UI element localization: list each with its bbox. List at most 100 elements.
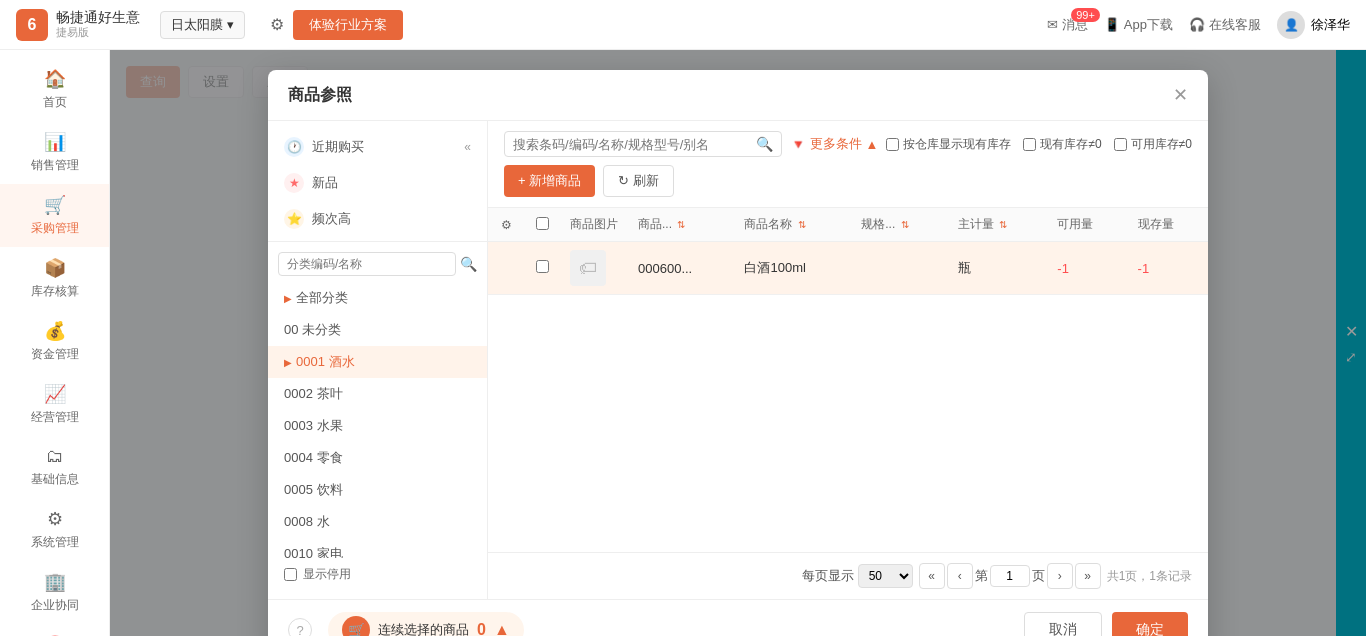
collapse-left-icon[interactable]: «: [464, 140, 471, 154]
modal-body: 🕐 近期购买 « ★ 新品 ⭐ 频次高: [268, 121, 1208, 599]
message-button[interactable]: ✉ 消息 99+: [1047, 16, 1088, 34]
nav-high-frequency[interactable]: ⭐ 频次高: [268, 201, 487, 237]
pagination: 每页显示 50 20 100 200 « ‹: [488, 552, 1208, 599]
warehouse-stock-checkbox[interactable]: [886, 138, 899, 151]
refresh-button[interactable]: ↻ 刷新: [603, 165, 674, 197]
sidebar-item-purchase[interactable]: 🛒 采购管理: [0, 184, 109, 247]
next-page-btn[interactable]: ›: [1047, 563, 1073, 589]
sidebar-item-finance[interactable]: 💰 资金管理: [0, 310, 109, 373]
warehouse-stock-label: 按仓库显示现有库存: [903, 136, 1011, 153]
sidebar-item-inventory[interactable]: 📦 库存核算: [0, 247, 109, 310]
table-header-row: ⚙ 商品图片 商品... ⇅: [488, 208, 1208, 242]
modal-dialog: 商品参照 ✕ 🕐 近期购买 « ★: [268, 70, 1208, 636]
product-search-input[interactable]: [513, 137, 752, 152]
sidebar-label-management: 经营管理: [31, 409, 79, 426]
per-page-selector: 每页显示 50 20 100 200: [802, 564, 913, 588]
cat-item-tea[interactable]: 0002 茶叶: [268, 378, 487, 410]
cat-label-appliance: 0010 家电: [284, 545, 343, 558]
th-code[interactable]: 商品... ⇅: [628, 208, 734, 242]
cat-label-water: 0008 水: [284, 513, 330, 531]
gear-button[interactable]: ⚙: [261, 9, 293, 41]
modal-close-button[interactable]: ✕: [1173, 84, 1188, 106]
store-select[interactable]: 日太阳膜 ▾: [160, 11, 245, 39]
modal-overlay: 商品参照 ✕ 🕐 近期购买 « ★: [110, 50, 1366, 636]
th-available-label: 可用量: [1057, 217, 1093, 231]
filter-check-warehouse[interactable]: 按仓库显示现有库存: [886, 136, 1011, 153]
content-area: 查询 设置 刷新 ✕ ⤢ 商品参照 ✕: [110, 50, 1366, 636]
current-stock-checkbox[interactable]: [1023, 138, 1036, 151]
available-stock-checkbox[interactable]: [1114, 138, 1127, 151]
cat-item-appliance[interactable]: 0010 家电: [268, 538, 487, 558]
cart-collapse-icon[interactable]: ▲: [494, 621, 510, 636]
cat-item-drink[interactable]: 0005 饮料: [268, 474, 487, 506]
cat-item-uncategorized[interactable]: 00 未分类: [268, 314, 487, 346]
cat-item-all[interactable]: ▶ 全部分类: [268, 282, 487, 314]
product-search-icon[interactable]: 🔍: [756, 136, 773, 152]
main-layout: 🏠 首页 📊 销售管理 🛒 采购管理 📦 库存核算 💰 资金管理 📈 经营管理 …: [0, 50, 1366, 636]
filter-more-label: 更多条件: [810, 135, 862, 153]
page-number-input[interactable]: [990, 565, 1030, 587]
cat-item-fruit[interactable]: 0003 水果: [268, 410, 487, 442]
th-gear: ⚙: [488, 208, 524, 242]
avatar: 👤: [1277, 11, 1305, 39]
question-icon: ?: [296, 623, 303, 637]
select-all-checkbox[interactable]: [536, 217, 549, 230]
continuous-label: 连续选择的商品: [378, 621, 469, 636]
logo-text: 畅捷通好生意: [56, 9, 140, 26]
last-page-btn[interactable]: »: [1075, 563, 1101, 589]
sidebar-item-basic[interactable]: 🗂 基础信息: [0, 436, 109, 498]
app-download-button[interactable]: 📱 App下载: [1104, 16, 1173, 34]
logo-sub: 捷易版: [56, 25, 140, 40]
nav-new-label: 新品: [312, 174, 338, 192]
nav-new-product[interactable]: ★ 新品: [268, 165, 487, 201]
row-img-cell: 🏷: [560, 242, 628, 295]
help-button[interactable]: ?: [288, 618, 312, 636]
th-unit[interactable]: 主计量 ⇅: [948, 208, 1047, 242]
th-spec-label: 规格...: [861, 217, 895, 231]
new-product-icon: ★: [284, 173, 304, 193]
row-checkbox[interactable]: [536, 260, 549, 273]
cat-label-all: 全部分类: [296, 289, 348, 307]
user-avatar-area[interactable]: 👤 徐泽华: [1277, 11, 1350, 39]
nav-recent-purchase[interactable]: 🕐 近期购买 «: [268, 129, 487, 165]
sidebar-item-collab[interactable]: 🏢 企业协同: [0, 561, 109, 624]
online-service-button[interactable]: 🎧 在线客服: [1189, 16, 1261, 34]
prev-page-btn[interactable]: ‹: [947, 563, 973, 589]
filter-check-available-stock[interactable]: 可用库存≠0: [1114, 136, 1192, 153]
sidebar-item-sales[interactable]: 📊 销售管理: [0, 121, 109, 184]
confirm-button[interactable]: 确定: [1112, 612, 1188, 636]
cat-item-snack[interactable]: 0004 零食: [268, 442, 487, 474]
page-size-select[interactable]: 50 20 100 200: [858, 564, 913, 588]
sidebar-item-guide[interactable]: 🎯 新手引导: [0, 624, 109, 636]
sidebar-item-management[interactable]: 📈 经营管理: [0, 373, 109, 436]
cat-search-input[interactable]: [278, 252, 456, 276]
cat-item-liquor[interactable]: ▶ 0001 酒水: [268, 346, 487, 378]
sidebar-item-system[interactable]: ⚙ 系统管理: [0, 498, 109, 561]
th-name[interactable]: 商品名称 ⇅: [734, 208, 851, 242]
show-disabled-checkbox[interactable]: [284, 568, 297, 581]
add-product-button[interactable]: + 新增商品: [504, 165, 595, 197]
product-table: ⚙ 商品图片 商品... ⇅: [488, 208, 1208, 295]
first-page-btn[interactable]: «: [919, 563, 945, 589]
service-label: 在线客服: [1209, 16, 1261, 34]
table-row[interactable]: 🏷 000600... 白酒100ml 瓶 -1 -1: [488, 242, 1208, 295]
page-nav: « ‹ 第 页 › »: [919, 563, 1101, 589]
logo-area: 6 畅捷通好生意 捷易版: [16, 9, 140, 41]
filter-check-current-stock[interactable]: 现有库存≠0: [1023, 136, 1101, 153]
row-stock: -1: [1128, 242, 1208, 295]
management-icon: 📈: [44, 383, 66, 405]
th-spec[interactable]: 规格... ⇅: [851, 208, 948, 242]
page-unit: 页: [1032, 567, 1045, 585]
trial-button[interactable]: 体验行业方案: [293, 10, 403, 40]
left-divider: [268, 241, 487, 242]
cancel-button[interactable]: 取消: [1024, 612, 1102, 636]
sidebar-label-purchase: 采购管理: [31, 220, 79, 237]
filter-more-btn[interactable]: 🔻 更多条件 ▲: [790, 135, 879, 153]
app-label: App下载: [1124, 16, 1173, 34]
page-info: 共1页，1条记录: [1107, 568, 1192, 585]
inventory-icon: 📦: [44, 257, 66, 279]
cat-search-icon[interactable]: 🔍: [460, 256, 477, 272]
message-badge: 99+: [1071, 8, 1100, 22]
cat-item-water[interactable]: 0008 水: [268, 506, 487, 538]
sidebar-item-home[interactable]: 🏠 首页: [0, 58, 109, 121]
